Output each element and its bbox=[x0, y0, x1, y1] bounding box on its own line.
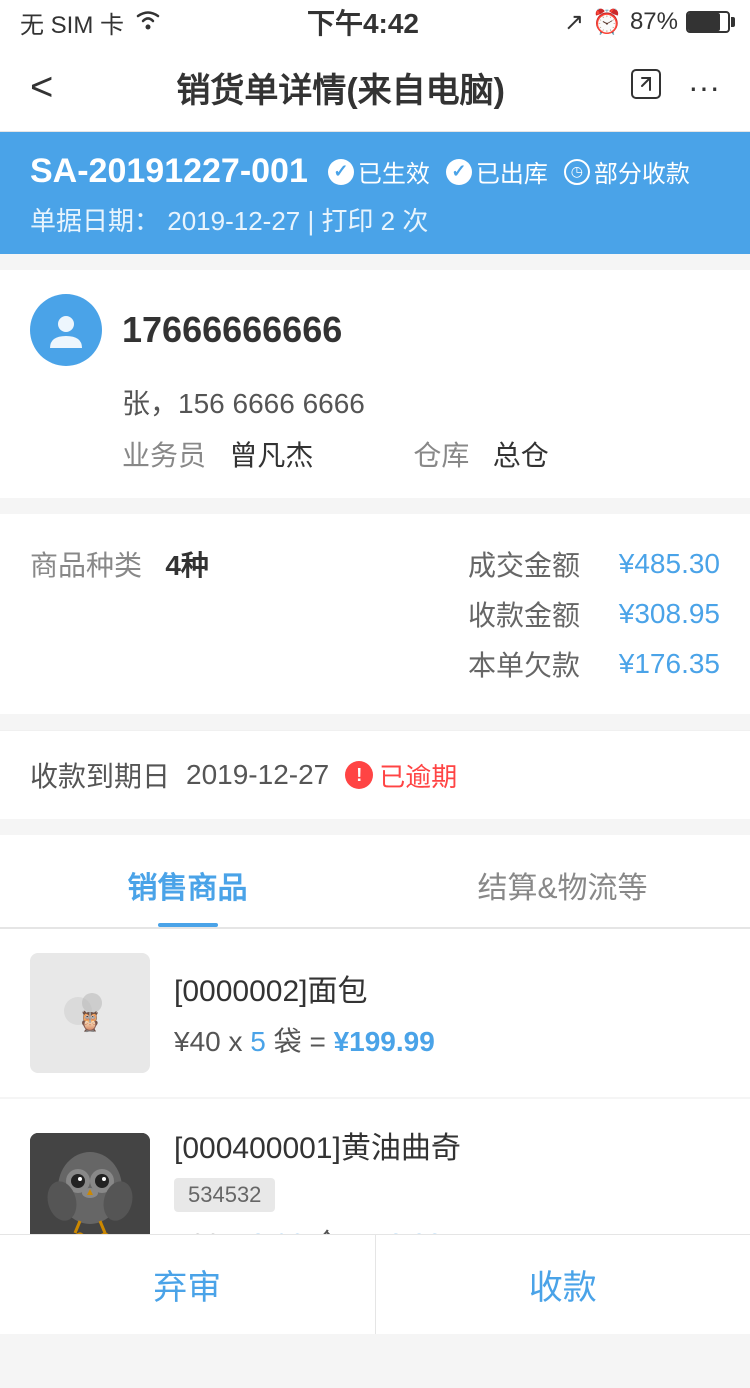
tab-settlement[interactable]: 结算&物流等 bbox=[375, 835, 750, 927]
customer-section: 17666666666 张，156 6666 6666 业务员 曾凡杰 仓库 总… bbox=[0, 270, 750, 498]
salesperson-label: 业务员 曾凡杰 bbox=[122, 434, 313, 474]
status-left: 无 SIM 卡 bbox=[20, 5, 162, 40]
reject-button[interactable]: 弃审 bbox=[0, 1235, 376, 1334]
deal-amount-row: 成交金额 ¥485.30 bbox=[468, 544, 720, 584]
wifi-icon bbox=[134, 8, 162, 37]
status-tag-effective: ✓ 已生效 bbox=[328, 154, 430, 189]
due-date-section: 收款到期日 2019-12-27 ! 已逾期 bbox=[0, 730, 750, 819]
svg-text:+: + bbox=[84, 1005, 97, 1030]
customer-details-row: 业务员 曾凡杰 仓库 总仓 bbox=[122, 434, 720, 474]
customer-id: 17666666666 bbox=[122, 309, 342, 351]
overdue-badge: ! 已逾期 bbox=[345, 757, 457, 794]
product-image-bread: 🦉 + bbox=[30, 953, 150, 1073]
nav-bar: < 销货单详情(来自电脑) ··· bbox=[0, 44, 750, 132]
overdue-label: 已逾期 bbox=[379, 757, 457, 794]
warehouse-label: 仓库 总仓 bbox=[413, 434, 548, 474]
battery-label: 87% bbox=[630, 8, 678, 36]
nav-actions: ··· bbox=[628, 66, 720, 110]
customer-avatar bbox=[30, 294, 102, 366]
summary-right: 成交金额 ¥485.30 收款金额 ¥308.95 本单欠款 ¥176.35 bbox=[468, 544, 720, 684]
customer-phone: 张，156 6666 6666 bbox=[122, 382, 365, 422]
payment-amount-row: 收款金额 ¥308.95 bbox=[468, 594, 720, 634]
summary-section: 商品种类 4种 成交金额 ¥485.30 收款金额 ¥308.95 本单欠款 ¥… bbox=[0, 514, 750, 714]
location-icon: ↗ bbox=[564, 8, 584, 37]
banner-top: SA-20191227-001 ✓ 已生效 ✓ 已出库 ◷ 部分收款 bbox=[30, 152, 720, 191]
summary-left: 商品种类 4种 bbox=[30, 544, 209, 590]
product-price-bread: ¥40 x 5 袋 = ¥199.99 bbox=[174, 1020, 720, 1060]
battery-icon bbox=[686, 11, 730, 33]
alarm-icon: ⏰ bbox=[592, 8, 622, 37]
check-icon-1: ✓ bbox=[328, 159, 354, 185]
status-time: 下午4:42 bbox=[307, 2, 419, 42]
banner-date: 单据日期： 2019-12-27 | 打印 2 次 bbox=[30, 201, 720, 238]
product-name-bread: [0000002]面包 bbox=[174, 966, 720, 1010]
tabs-section: 销售商品 结算&物流等 bbox=[0, 835, 750, 929]
debt-amount-row: 本单欠款 ¥176.35 bbox=[468, 644, 720, 684]
page-title: 销货单详情(来自电脑) bbox=[176, 63, 505, 112]
product-item-bread: 🦉 + [0000002]面包 ¥40 x 5 袋 = ¥199.99 bbox=[0, 929, 750, 1097]
bottom-bar: 弃审 收款 bbox=[0, 1234, 750, 1334]
status-tag-partial: ◷ 部分收款 bbox=[564, 154, 690, 189]
payment-button[interactable]: 收款 bbox=[376, 1235, 750, 1334]
status-tag-shipped: ✓ 已出库 bbox=[446, 154, 548, 189]
check-icon-2: ✓ bbox=[446, 159, 472, 185]
back-button[interactable]: < bbox=[30, 65, 53, 110]
status-right: ↗ ⏰ 87% bbox=[564, 8, 730, 37]
product-name-cookie: [000400001]黄油曲奇 bbox=[174, 1123, 720, 1167]
more-icon[interactable]: ··· bbox=[688, 69, 720, 106]
status-tags: ✓ 已生效 ✓ 已出库 ◷ 部分收款 bbox=[328, 154, 690, 189]
status-bar: 无 SIM 卡 下午4:42 ↗ ⏰ 87% bbox=[0, 0, 750, 44]
order-id: SA-20191227-001 bbox=[30, 152, 308, 191]
due-date-value: 2019-12-27 bbox=[186, 759, 329, 791]
overdue-icon: ! bbox=[345, 761, 373, 789]
due-date-label: 收款到期日 bbox=[30, 755, 170, 795]
carrier-label: 无 SIM 卡 bbox=[20, 5, 124, 40]
customer-row: 17666666666 bbox=[30, 294, 720, 366]
customer-info-row: 张，156 6666 6666 bbox=[30, 382, 720, 422]
header-banner: SA-20191227-001 ✓ 已生效 ✓ 已出库 ◷ 部分收款 单据日期：… bbox=[0, 132, 750, 254]
clock-icon: ◷ bbox=[564, 159, 590, 185]
product-info-bread: [0000002]面包 ¥40 x 5 袋 = ¥199.99 bbox=[174, 966, 720, 1060]
product-badge-cookie: 534532 bbox=[174, 1178, 275, 1212]
share-icon[interactable] bbox=[628, 66, 664, 110]
tab-sales-products[interactable]: 销售商品 bbox=[0, 835, 375, 927]
